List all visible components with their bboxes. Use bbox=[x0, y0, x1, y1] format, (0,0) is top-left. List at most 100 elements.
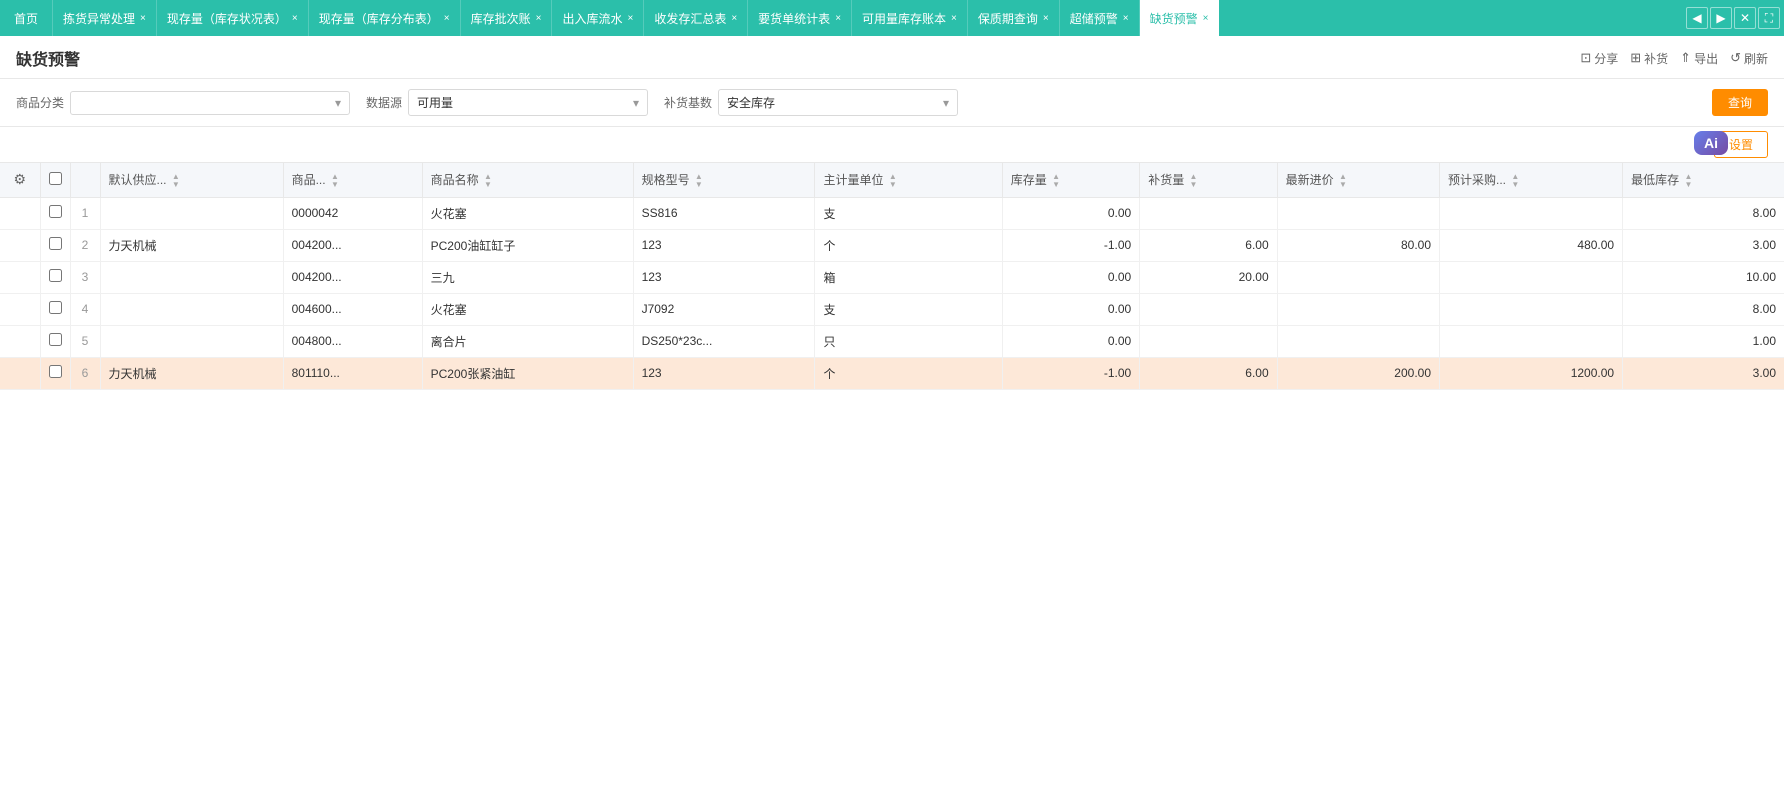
sort-spec-model-icon[interactable]: ▲▼ bbox=[695, 173, 703, 189]
row-latest-price-cell: 200.00 bbox=[1277, 357, 1439, 389]
row-latest-price-cell bbox=[1277, 325, 1439, 357]
tab-close-order-stats[interactable]: × bbox=[835, 13, 841, 24]
th-min-stock-label: 最低库存 bbox=[1631, 173, 1679, 187]
th-latest-price-label: 最新进价 bbox=[1286, 173, 1334, 187]
tab-close-expiry-query[interactable]: × bbox=[1043, 13, 1049, 24]
row-checkbox-cell bbox=[40, 229, 70, 261]
row-est-purchase-cell: 480.00 bbox=[1440, 229, 1623, 261]
category-select[interactable]: ▾ bbox=[70, 91, 350, 115]
tab-close-available-ledger[interactable]: × bbox=[951, 13, 957, 24]
tab-prev-btn[interactable]: ◀ bbox=[1686, 7, 1708, 29]
tab-label-order-stats: 要货单统计表 bbox=[758, 10, 830, 27]
row-unit-cell: 只 bbox=[815, 325, 1002, 357]
row-est-purchase-cell bbox=[1440, 197, 1623, 229]
sort-min-stock-icon[interactable]: ▲▼ bbox=[1684, 173, 1692, 189]
tab-pick-anomaly[interactable]: 拣货异常处理× bbox=[53, 0, 157, 36]
tab-order-stats[interactable]: 要货单统计表 × bbox=[748, 0, 852, 36]
sort-product-name-icon[interactable]: ▲▼ bbox=[484, 173, 492, 189]
sort-latest-price-icon[interactable]: ▲▼ bbox=[1339, 173, 1347, 189]
ai-badge[interactable]: Ai bbox=[1694, 131, 1728, 155]
tab-label-shortage: 缺货预警 bbox=[1150, 10, 1198, 27]
tab-close-batch-account[interactable]: × bbox=[536, 13, 542, 24]
tab-available-ledger[interactable]: 可用量库存账本× bbox=[852, 0, 968, 36]
sort-product-code-icon[interactable]: ▲▼ bbox=[331, 173, 339, 189]
row-latest-price-cell bbox=[1277, 197, 1439, 229]
th-est-purchase: 预计采购... ▲▼ bbox=[1440, 163, 1623, 197]
row-unit-cell: 支 bbox=[815, 197, 1002, 229]
row-checkbox-cell bbox=[40, 293, 70, 325]
refresh-icon: ↺ bbox=[1730, 50, 1741, 66]
row-replenish-qty-cell: 6.00 bbox=[1140, 357, 1277, 389]
replenish-base-select[interactable]: 安全库存 ▾ bbox=[718, 89, 958, 116]
row-latest-price-cell: 80.00 bbox=[1277, 229, 1439, 261]
tab-next-btn[interactable]: ▶ bbox=[1710, 7, 1732, 29]
select-all-checkbox[interactable] bbox=[49, 172, 62, 185]
row-checkbox-0[interactable] bbox=[49, 205, 62, 218]
tab-label-batch-account: 库存批次账 bbox=[471, 10, 531, 27]
export-icon: ⇑ bbox=[1680, 50, 1691, 66]
replenish-button[interactable]: ⊞ 补货 bbox=[1630, 50, 1668, 67]
row-checkbox-2[interactable] bbox=[49, 269, 62, 282]
tab-collect-summary[interactable]: 收发存汇总表× bbox=[644, 0, 748, 36]
row-checkbox-cell bbox=[40, 357, 70, 389]
row-inventory-cell: 0.00 bbox=[1002, 261, 1139, 293]
th-unit: 主计量单位 ▲▼ bbox=[815, 163, 1002, 197]
row-product-name-cell: 离合片 bbox=[422, 325, 633, 357]
refresh-button[interactable]: ↺ 刷新 bbox=[1730, 50, 1768, 67]
row-checkbox-4[interactable] bbox=[49, 333, 62, 346]
row-min-stock-cell: 8.00 bbox=[1623, 293, 1784, 325]
sort-replenish-qty-icon[interactable]: ▲▼ bbox=[1190, 173, 1198, 189]
th-inventory: 库存量 ▲▼ bbox=[1002, 163, 1139, 197]
query-button[interactable]: 查询 bbox=[1712, 89, 1768, 116]
row-checkbox-3[interactable] bbox=[49, 301, 62, 314]
tab-expand-btn[interactable]: ⛶ bbox=[1758, 7, 1780, 29]
tab-overstock[interactable]: 超储预警× bbox=[1060, 0, 1140, 36]
tab-close-overstock[interactable]: × bbox=[1123, 13, 1129, 24]
row-product-code-cell: 004800... bbox=[283, 325, 422, 357]
row-checkbox-1[interactable] bbox=[49, 237, 62, 250]
row-inventory-cell: 0.00 bbox=[1002, 197, 1139, 229]
tab-bar: 首页 拣货异常处理×现存量（库存状况表）×现存量（库存分布表）×库存批次账×出入… bbox=[0, 0, 1784, 36]
table-row: 4 004600... 火花塞 J7092 支 0.00 8.00 bbox=[0, 293, 1784, 325]
sort-default-supplier-icon[interactable]: ▲▼ bbox=[172, 173, 180, 189]
sort-est-purchase-icon[interactable]: ▲▼ bbox=[1511, 173, 1519, 189]
row-supplier-cell bbox=[100, 293, 283, 325]
row-spec-model-cell: 123 bbox=[633, 357, 815, 389]
tab-home[interactable]: 首页 bbox=[0, 0, 53, 36]
share-button[interactable]: ⊡ 分享 bbox=[1580, 50, 1618, 67]
row-min-stock-cell: 1.00 bbox=[1623, 325, 1784, 357]
row-latest-price-cell bbox=[1277, 261, 1439, 293]
replenish-label: 补货 bbox=[1644, 50, 1668, 67]
row-checkbox-5[interactable] bbox=[49, 365, 62, 378]
row-product-name-cell: PC200油缸缸子 bbox=[422, 229, 633, 261]
tab-inventory-dist[interactable]: 现存量（库存分布表）× bbox=[309, 0, 461, 36]
tab-close-collect-summary[interactable]: × bbox=[731, 13, 737, 24]
tab-expiry-query[interactable]: 保质期查询 × bbox=[968, 0, 1060, 36]
tab-label-expiry-query: 保质期查询 bbox=[978, 10, 1038, 27]
row-checkbox-cell bbox=[40, 261, 70, 293]
tab-batch-account[interactable]: 库存批次账 × bbox=[461, 0, 553, 36]
tab-close-in-out-flow[interactable]: × bbox=[627, 13, 633, 24]
row-product-code-cell: 004600... bbox=[283, 293, 422, 325]
tab-close-btn[interactable]: ✕ bbox=[1734, 7, 1756, 29]
page-header: 缺货预警 ⊡ 分享 ⊞ 补货 ⇑ 导出 ↺ 刷新 bbox=[0, 36, 1784, 79]
row-replenish-qty-cell bbox=[1140, 197, 1277, 229]
tab-close-shortage[interactable]: × bbox=[1203, 13, 1209, 24]
tab-in-out-flow[interactable]: 出入库流水× bbox=[552, 0, 644, 36]
th-latest-price: 最新进价 ▲▼ bbox=[1277, 163, 1439, 197]
tab-close-pick-anomaly[interactable]: × bbox=[140, 13, 146, 24]
page-title: 缺货预警 bbox=[16, 46, 80, 70]
data-table: ⚙ 默认供应... ▲▼ 商品... ▲▼ 商品名称 bbox=[0, 163, 1784, 390]
tab-close-inventory-dist[interactable]: × bbox=[444, 13, 450, 24]
export-button[interactable]: ⇑ 导出 bbox=[1680, 50, 1718, 67]
datasource-arrow-icon: ▾ bbox=[633, 96, 639, 110]
sort-inventory-icon[interactable]: ▲▼ bbox=[1052, 173, 1060, 189]
datasource-label: 数据源 bbox=[366, 94, 402, 111]
row-supplier-cell: 力天机械 bbox=[100, 357, 283, 389]
tab-close-inventory-status[interactable]: × bbox=[292, 13, 298, 24]
datasource-select[interactable]: 可用量 ▾ bbox=[408, 89, 648, 116]
tab-inventory-status[interactable]: 现存量（库存状况表）× bbox=[157, 0, 309, 36]
sort-unit-icon[interactable]: ▲▼ bbox=[889, 173, 897, 189]
tab-shortage[interactable]: 缺货预警 × bbox=[1140, 0, 1220, 36]
table-settings-icon[interactable]: ⚙ bbox=[13, 171, 26, 188]
